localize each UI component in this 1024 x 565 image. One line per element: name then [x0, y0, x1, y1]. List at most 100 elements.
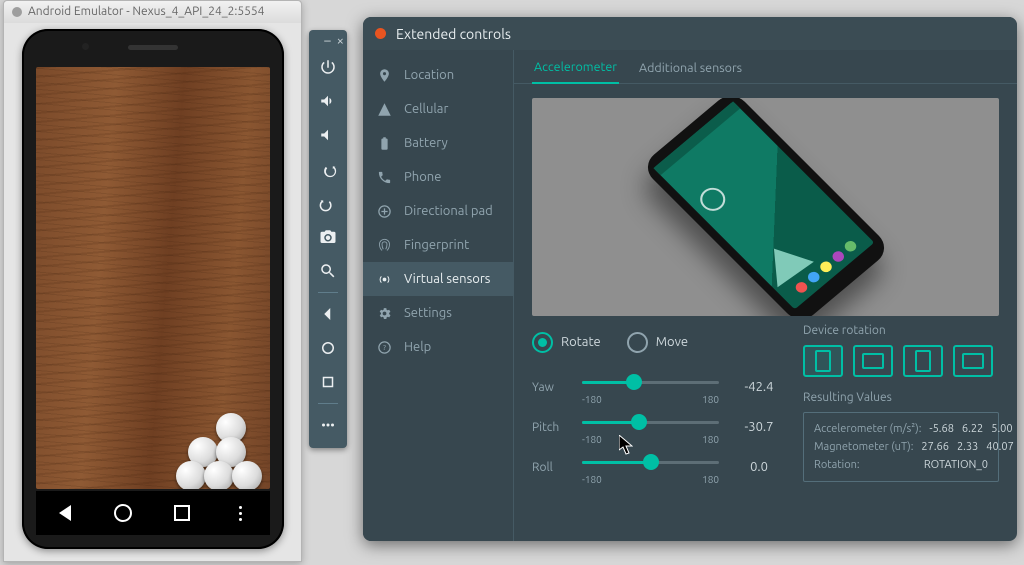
accel-z: 5.00: [991, 423, 1012, 435]
pitch-row: Pitch -180180 -30.7: [532, 414, 789, 440]
rotate-right-button[interactable]: [309, 186, 347, 220]
nav-recent-button[interactable]: [173, 504, 191, 522]
rotation-portrait-button[interactable]: [803, 345, 843, 377]
ball-icon: [232, 461, 262, 489]
yaw-slider[interactable]: -180180: [582, 374, 719, 400]
preview-device-icon: [640, 98, 892, 316]
volume-up-button[interactable]: [309, 84, 347, 118]
pitch-slider[interactable]: -180180: [582, 414, 719, 440]
sidebar-item-help[interactable]: ? Help: [363, 330, 513, 364]
back-button[interactable]: [309, 297, 347, 331]
rotation-landscape-rev-button[interactable]: [953, 345, 993, 377]
volume-down-button[interactable]: [309, 118, 347, 152]
sidebar-item-label: Help: [404, 340, 431, 354]
device-rotation-title: Device rotation: [803, 324, 999, 337]
mag-x: 27.66: [921, 441, 949, 453]
sidebar-item-dpad[interactable]: Directional pad: [363, 194, 513, 228]
emulator-title-text: Android Emulator - Nexus_4_API_24_2:5554: [28, 1, 264, 23]
tab-label: Accelerometer: [534, 60, 617, 74]
sidebar-item-virtual-sensors[interactable]: Virtual sensors: [363, 262, 513, 296]
accel-label: Accelerometer (m/s²):: [814, 423, 921, 435]
resulting-values-title: Resulting Values: [803, 391, 999, 404]
pitch-value: -30.7: [729, 420, 789, 434]
extended-title-text: Extended controls: [396, 26, 511, 42]
sensors-icon: [377, 272, 392, 287]
mag-z: 40.07: [986, 441, 1014, 453]
accel-x: -5.68: [929, 423, 954, 435]
sidebar-item-cellular[interactable]: Cellular: [363, 92, 513, 126]
sidebar-item-location[interactable]: Location: [363, 58, 513, 92]
rotation-landscape-button[interactable]: [853, 345, 893, 377]
rotation-value: ROTATION_0: [924, 459, 988, 471]
screenshot-button[interactable]: [309, 220, 347, 254]
home-button[interactable]: [309, 331, 347, 365]
radio-label: Rotate: [561, 335, 601, 349]
app-surface[interactable]: [36, 67, 270, 489]
emulator-titlebar[interactable]: Android Emulator - Nexus_4_API_24_2:5554: [4, 1, 301, 23]
landscape-icon: [962, 353, 984, 369]
slider-max: 180: [702, 474, 719, 485]
sidebar-item-phone[interactable]: Phone: [363, 160, 513, 194]
sidebar-item-battery[interactable]: Battery: [363, 126, 513, 160]
location-icon: [377, 68, 392, 83]
sidebar-item-label: Cellular: [404, 102, 448, 116]
window-close-icon[interactable]: [375, 28, 386, 39]
zoom-button[interactable]: [309, 254, 347, 288]
more-button[interactable]: [309, 408, 347, 442]
fingerprint-icon: [377, 238, 392, 253]
emulator-toolbar: – ×: [309, 30, 347, 448]
rotation-portrait-rev-button[interactable]: [903, 345, 943, 377]
portrait-icon: [815, 350, 831, 372]
toolbar-close-button[interactable]: ×: [337, 34, 344, 48]
speaker-icon: [128, 45, 178, 50]
accel-y: 6.22: [962, 423, 983, 435]
tab-label: Additional sensors: [639, 61, 742, 75]
device-orientation-preview[interactable]: [532, 98, 999, 316]
window-control-icon: [12, 7, 22, 17]
ball-icon: [204, 461, 234, 489]
landscape-icon: [862, 353, 884, 369]
yaw-row: Yaw -180180 -42.4: [532, 374, 789, 400]
android-navbar: [36, 491, 270, 535]
mode-rotate-radio[interactable]: Rotate: [532, 332, 601, 353]
radio-label: Move: [656, 335, 688, 349]
overview-button[interactable]: [309, 365, 347, 399]
mode-move-radio[interactable]: Move: [627, 332, 688, 353]
extended-controls-window: Extended controls Location Cellular Batt…: [363, 17, 1017, 541]
roll-slider[interactable]: -180180: [582, 454, 719, 480]
ball-icon: [176, 461, 206, 489]
phone-icon: [377, 170, 392, 185]
portrait-icon: [915, 350, 931, 372]
rotation-label: Rotation:: [814, 459, 916, 471]
battery-icon: [377, 136, 392, 151]
roll-label: Roll: [532, 461, 572, 474]
help-icon: ?: [377, 340, 392, 355]
mag-label: Magnetometer (uT):: [814, 441, 913, 453]
nav-overflow-button[interactable]: [231, 504, 249, 522]
sidebar-item-label: Virtual sensors: [404, 272, 490, 286]
mode-selector: Rotate Move: [532, 324, 789, 360]
rotate-left-button[interactable]: [309, 152, 347, 186]
emulator-window: Android Emulator - Nexus_4_API_24_2:5554: [3, 0, 302, 562]
device-rotation-buttons: [803, 345, 999, 377]
resulting-values-box: Accelerometer (m/s²): -5.68 6.22 5.00 Ma…: [803, 412, 999, 482]
slider-max: 180: [702, 434, 719, 445]
toolbar-minimize-button[interactable]: –: [324, 34, 330, 48]
tab-additional-sensors[interactable]: Additional sensors: [637, 61, 744, 83]
device-screen[interactable]: [36, 67, 270, 489]
device-frame: [22, 29, 284, 549]
nav-home-button[interactable]: [114, 504, 132, 522]
tab-accelerometer[interactable]: Accelerometer: [532, 60, 619, 84]
power-button[interactable]: [309, 50, 347, 84]
roll-row: Roll -180180 0.0: [532, 454, 789, 480]
sidebar-item-settings[interactable]: Settings: [363, 296, 513, 330]
gear-icon: [377, 306, 392, 321]
svg-text:?: ?: [383, 344, 386, 352]
camera-icon: [82, 43, 89, 50]
extended-titlebar[interactable]: Extended controls: [363, 17, 1017, 50]
sidebar-item-label: Directional pad: [404, 204, 493, 218]
cellular-icon: [377, 102, 392, 117]
sidebar-item-fingerprint[interactable]: Fingerprint: [363, 228, 513, 262]
nav-back-button[interactable]: [56, 504, 74, 522]
yaw-label: Yaw: [532, 381, 572, 394]
